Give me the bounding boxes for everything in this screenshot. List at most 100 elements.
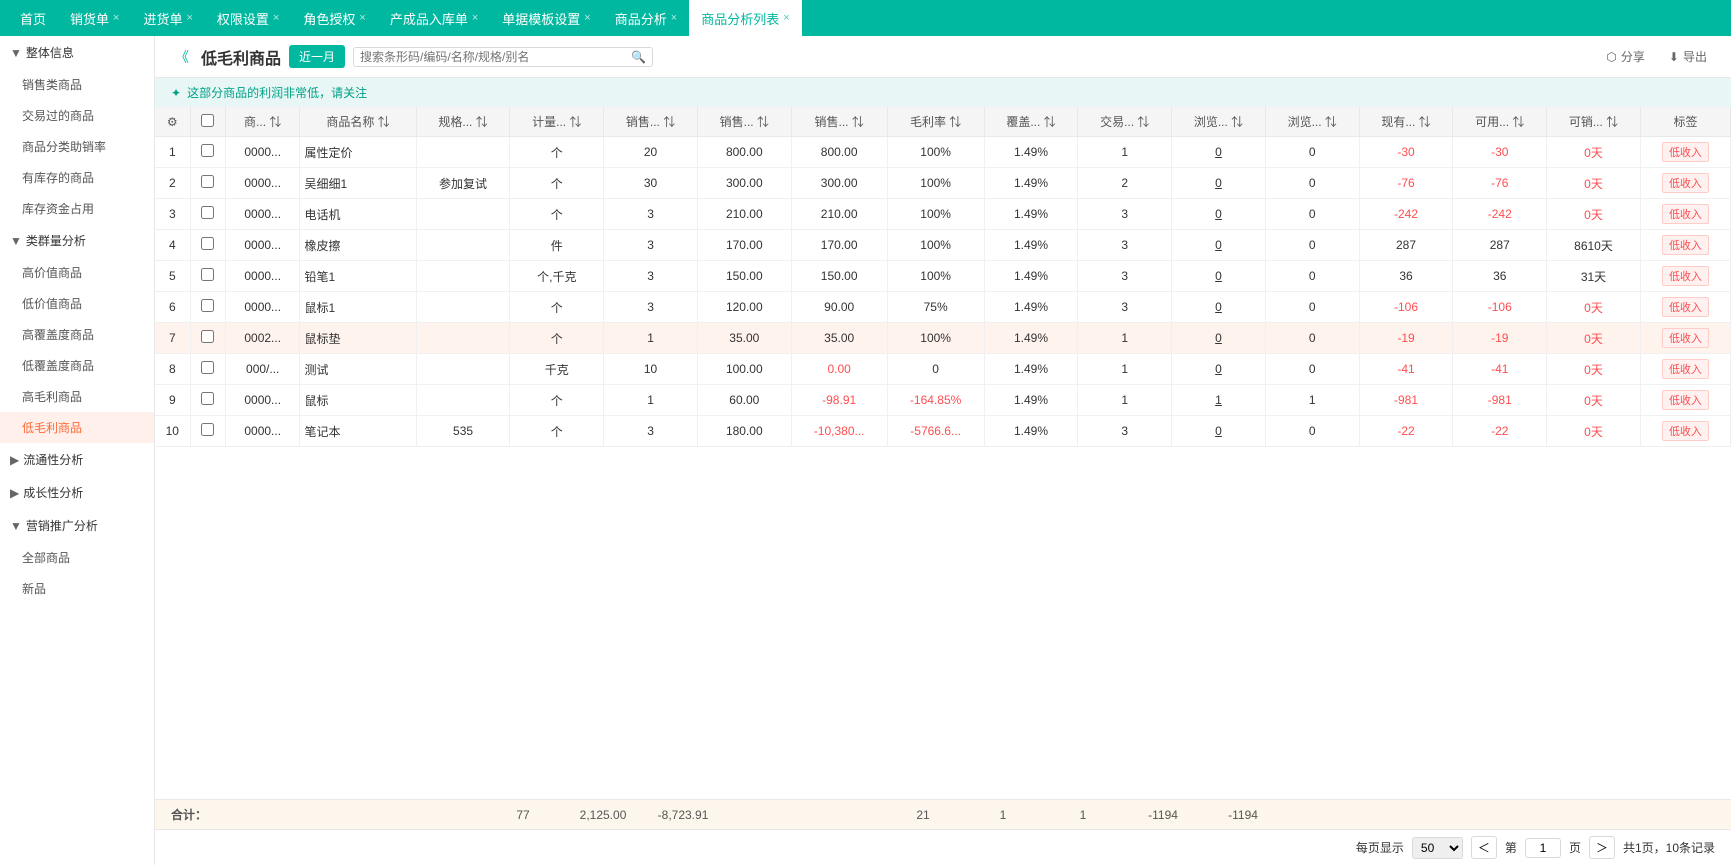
select-all-checkbox[interactable] (201, 114, 214, 127)
row-checkbox[interactable] (201, 392, 214, 405)
cell-browse1[interactable]: 0 (1172, 137, 1266, 168)
col-sales-qty[interactable]: 销售... ⇅ (604, 107, 698, 137)
col-unit[interactable]: 计量... ⇅ (510, 107, 604, 137)
row-checkbox[interactable] (201, 423, 214, 436)
nav-close-goods-analysis[interactable]: × (671, 12, 677, 24)
nav-close-role[interactable]: × (359, 12, 365, 24)
col-coverage[interactable]: 覆盖... ⇅ (984, 107, 1078, 137)
cell-checkbox[interactable] (190, 199, 225, 230)
sidebar-item-high-coverage[interactable]: 高覆盖度商品 (0, 319, 154, 350)
cell-checkbox[interactable] (190, 230, 225, 261)
col-spec[interactable]: 规格... ⇅ (416, 107, 510, 137)
cell-browse1[interactable]: 0 (1172, 230, 1266, 261)
sidebar-item-sales-goods[interactable]: 销售类商品 (0, 69, 154, 100)
cell-browse1[interactable]: 0 (1172, 292, 1266, 323)
cell-browse1[interactable]: 0 (1172, 168, 1266, 199)
cell-name[interactable]: 鼠标 (300, 385, 416, 416)
nav-finished-goods[interactable]: 产成品入库单 × (378, 0, 490, 36)
nav-purchase[interactable]: 进货单 × (131, 0, 204, 36)
per-page-select[interactable]: 50 100 200 (1412, 837, 1463, 859)
sidebar-item-new-goods[interactable]: 新品 (0, 573, 154, 604)
prev-page-btn[interactable]: ＜ (1471, 836, 1497, 859)
cell-name[interactable]: 铅笔1 (300, 261, 416, 292)
cell-checkbox[interactable] (190, 137, 225, 168)
cell-checkbox[interactable] (190, 292, 225, 323)
sidebar-item-stocked-goods[interactable]: 有库存的商品 (0, 162, 154, 193)
sidebar-collapse-btn[interactable]: 《 (171, 47, 193, 67)
sidebar-group-cluster[interactable]: ▼ 类群量分析 (0, 224, 154, 257)
col-browse2[interactable]: 浏览... ⇅ (1265, 107, 1359, 137)
nav-goods-analysis-list[interactable]: 商品分析列表 × (689, 0, 801, 36)
sidebar-item-all-goods[interactable]: 全部商品 (0, 542, 154, 573)
nav-close-finished-goods[interactable]: × (472, 12, 478, 24)
row-checkbox[interactable] (201, 206, 214, 219)
search-icon[interactable]: 🔍 (631, 50, 646, 64)
nav-close-purchase[interactable]: × (186, 12, 192, 24)
cell-name[interactable]: 属性定价 (300, 137, 416, 168)
cell-checkbox[interactable] (190, 261, 225, 292)
cell-name[interactable]: 笔记本 (300, 416, 416, 447)
sidebar-item-low-margin[interactable]: 低毛利商品 (0, 412, 154, 443)
col-settings[interactable]: ⚙ (155, 107, 190, 137)
col-checkbox[interactable] (190, 107, 225, 137)
sidebar-group-circulation[interactable]: ▶ 流通性分析 (0, 443, 154, 476)
cell-browse1[interactable]: 0 (1172, 261, 1266, 292)
cell-checkbox[interactable] (190, 168, 225, 199)
sidebar-group-growth[interactable]: ▶ 成长性分析 (0, 476, 154, 509)
sidebar-item-category-rate[interactable]: 商品分类助销率 (0, 131, 154, 162)
cell-checkbox[interactable] (190, 323, 225, 354)
nav-home[interactable]: 首页 (8, 0, 58, 36)
cell-browse1[interactable]: 0 (1172, 354, 1266, 385)
cell-name[interactable]: 鼠标1 (300, 292, 416, 323)
cell-checkbox[interactable] (190, 385, 225, 416)
sidebar-group-marketing[interactable]: ▼ 营销推广分析 (0, 509, 154, 542)
nav-permission[interactable]: 权限设置 × (205, 0, 291, 36)
col-gross-margin[interactable]: 毛利率 ⇅ (887, 107, 984, 137)
cell-checkbox[interactable] (190, 354, 225, 385)
cell-browse1[interactable]: 0 (1172, 323, 1266, 354)
sidebar-item-high-value[interactable]: 高价值商品 (0, 257, 154, 288)
row-checkbox[interactable] (201, 268, 214, 281)
col-sales-amount[interactable]: 销售... ⇅ (791, 107, 887, 137)
col-code[interactable]: 商... ⇅ (225, 107, 299, 137)
cell-checkbox[interactable] (190, 416, 225, 447)
row-checkbox[interactable] (201, 330, 214, 343)
nav-close-goods-analysis-list[interactable]: × (783, 12, 789, 24)
row-checkbox[interactable] (201, 361, 214, 374)
col-trade[interactable]: 交易... ⇅ (1078, 107, 1172, 137)
nav-close-permission[interactable]: × (273, 12, 279, 24)
sidebar-item-high-margin[interactable]: 高毛利商品 (0, 381, 154, 412)
nav-goods-analysis[interactable]: 商品分析 × (603, 0, 689, 36)
col-sales-price[interactable]: 销售... ⇅ (697, 107, 791, 137)
share-btn[interactable]: ⬡ 分享 (1598, 44, 1653, 69)
cell-browse1[interactable]: 1 (1172, 385, 1266, 416)
row-checkbox[interactable] (201, 144, 214, 157)
next-page-btn[interactable]: ＞ (1589, 836, 1615, 859)
nav-role[interactable]: 角色授权 × (291, 0, 377, 36)
row-checkbox[interactable] (201, 299, 214, 312)
col-sellable-days[interactable]: 可销... ⇅ (1547, 107, 1641, 137)
sidebar-item-stock-capital[interactable]: 库存资金占用 (0, 193, 154, 224)
sidebar-group-overall[interactable]: ▼ 整体信息 (0, 36, 154, 69)
nav-template[interactable]: 单据模板设置 × (490, 0, 602, 36)
search-input[interactable] (360, 50, 631, 64)
cell-browse1[interactable]: 0 (1172, 199, 1266, 230)
col-browse1[interactable]: 浏览... ⇅ (1172, 107, 1266, 137)
page-number-input[interactable] (1525, 838, 1561, 858)
filter-recent-month-btn[interactable]: 近一月 (289, 45, 345, 68)
row-checkbox[interactable] (201, 175, 214, 188)
col-current-stock[interactable]: 现有... ⇅ (1359, 107, 1453, 137)
nav-sales[interactable]: 销货单 × (58, 0, 131, 36)
sidebar-item-traded-goods[interactable]: 交易过的商品 (0, 100, 154, 131)
cell-name[interactable]: 电话机 (300, 199, 416, 230)
cell-name[interactable]: 鼠标垫 (300, 323, 416, 354)
cell-name[interactable]: 测试 (300, 354, 416, 385)
nav-close-sales[interactable]: × (113, 12, 119, 24)
cell-name[interactable]: 吴细细1 (300, 168, 416, 199)
row-checkbox[interactable] (201, 237, 214, 250)
sidebar-item-low-value[interactable]: 低价值商品 (0, 288, 154, 319)
cell-name[interactable]: 橡皮擦 (300, 230, 416, 261)
export-btn[interactable]: ⬇ 导出 (1661, 44, 1715, 69)
nav-close-template[interactable]: × (584, 12, 590, 24)
col-available[interactable]: 可用... ⇅ (1453, 107, 1547, 137)
